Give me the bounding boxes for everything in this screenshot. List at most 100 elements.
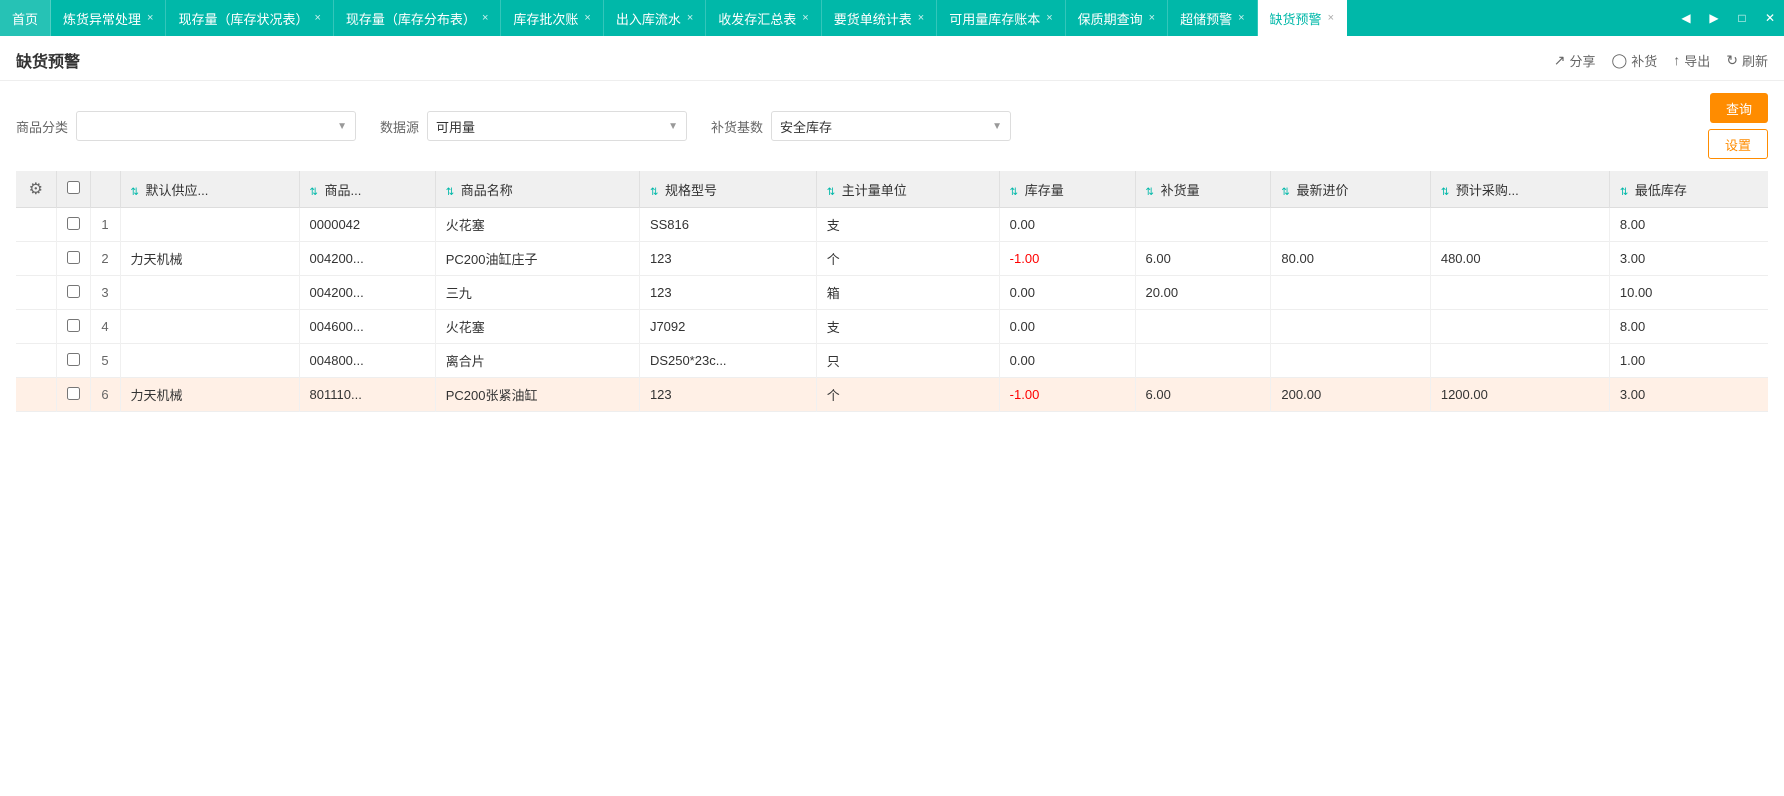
- cell-product-code: 0000042: [299, 208, 435, 242]
- table-row: 5 004800... 离合片 DS250*23c... 只 0.00 1.00: [16, 344, 1768, 378]
- tab-home[interactable]: 首页: [0, 0, 51, 36]
- tab-close-icon[interactable]: ×: [802, 12, 808, 24]
- export-button[interactable]: ↑ 导出: [1673, 51, 1710, 70]
- tab-label: 保质期查询: [1078, 9, 1143, 28]
- tab-close-icon[interactable]: ×: [1238, 12, 1244, 24]
- replenish-base-select[interactable]: 安全库存 ▼: [771, 111, 1011, 141]
- tab-close-icon[interactable]: ×: [1328, 12, 1334, 24]
- th-row-num: [90, 171, 120, 208]
- tab-shortage-warn[interactable]: 缺货预警 ×: [1258, 0, 1347, 36]
- tab-overstock-warn[interactable]: 超储预警 ×: [1168, 0, 1257, 36]
- row-checkbox[interactable]: [67, 285, 80, 298]
- cell-stock: -1.00: [999, 242, 1135, 276]
- tab-expiry-query[interactable]: 保质期查询 ×: [1066, 0, 1168, 36]
- refresh-label: 刷新: [1742, 51, 1768, 70]
- tab-prev-button[interactable]: ◀: [1672, 11, 1700, 25]
- table-header-row: ⚙ ⇅ 默认供应... ⇅ 商品... ⇅: [16, 171, 1768, 208]
- row-checkbox[interactable]: [67, 319, 80, 332]
- export-label: 导出: [1684, 51, 1710, 70]
- cell-supplier: [120, 276, 299, 310]
- settings-icon[interactable]: ⚙: [29, 181, 43, 198]
- th-label: 补货量: [1161, 183, 1200, 198]
- cell-row-num: 6: [90, 378, 120, 412]
- table-body: 1 0000042 火花塞 SS816 支 0.00 8.00 2 力天机械 0…: [16, 208, 1768, 412]
- table-row: 6 力天机械 801110... PC200张紧油缸 123 个 -1.00 6…: [16, 378, 1768, 412]
- cell-replenish-qty: [1135, 344, 1271, 378]
- select-all-checkbox[interactable]: [67, 181, 80, 194]
- settings-button[interactable]: 设置: [1708, 129, 1768, 159]
- th-product-name[interactable]: ⇅ 商品名称: [435, 171, 639, 208]
- tab-inventory-status[interactable]: 现存量（库存状况表） ×: [166, 0, 333, 36]
- th-latest-price[interactable]: ⇅ 最新进价: [1271, 171, 1430, 208]
- tab-order-stats[interactable]: 要货单统计表 ×: [822, 0, 937, 36]
- th-unit[interactable]: ⇅ 主计量单位: [816, 171, 999, 208]
- cell-replenish-qty: [1135, 310, 1271, 344]
- tab-next-button[interactable]: ▶: [1700, 11, 1728, 25]
- share-label: 分享: [1570, 51, 1596, 70]
- cell-product-code: 004800...: [299, 344, 435, 378]
- tab-nav-controls: ◀ ▶ □ ✕: [1672, 11, 1784, 25]
- th-min-stock[interactable]: ⇅ 最低库存: [1609, 171, 1768, 208]
- row-checkbox[interactable]: [67, 217, 80, 230]
- tab-close-icon[interactable]: ×: [918, 12, 924, 24]
- tab-inout-flow[interactable]: 出入库流水 ×: [604, 0, 706, 36]
- export-icon: ↑: [1673, 52, 1680, 68]
- cell-settings: [16, 378, 56, 412]
- tab-label: 库存批次账: [513, 9, 578, 28]
- tab-bar: 首页 炼货异常处理 × 现存量（库存状况表） × 现存量（库存分布表） × 库存…: [0, 0, 1784, 36]
- cell-latest-price: 80.00: [1271, 242, 1430, 276]
- query-button[interactable]: 查询: [1710, 93, 1768, 123]
- tab-close-icon[interactable]: ×: [482, 12, 488, 24]
- th-label: 商品名称: [461, 183, 513, 198]
- datasource-select[interactable]: 可用量 ▼: [427, 111, 687, 141]
- category-label: 商品分类: [16, 117, 68, 136]
- tab-restore-button[interactable]: □: [1728, 11, 1756, 25]
- th-stock[interactable]: ⇅ 库存量: [999, 171, 1135, 208]
- cell-settings: [16, 208, 56, 242]
- row-checkbox[interactable]: [67, 353, 80, 366]
- cell-spec: J7092: [639, 310, 816, 344]
- th-label: 最低库存: [1635, 183, 1687, 198]
- tab-close-icon[interactable]: ×: [584, 12, 590, 24]
- share-button[interactable]: ↗ 分享: [1554, 51, 1596, 70]
- cell-checkbox: [56, 344, 90, 378]
- replenish-base-chevron-icon: ▼: [992, 121, 1002, 132]
- tab-label: 超储预警: [1180, 9, 1232, 28]
- tab-label: 出入库流水: [616, 9, 681, 28]
- tab-receipt-summary[interactable]: 收发存汇总表 ×: [706, 0, 821, 36]
- sort-icon: ⇅: [1010, 187, 1018, 198]
- refresh-button[interactable]: ↻ 刷新: [1726, 51, 1768, 70]
- row-checkbox[interactable]: [67, 387, 80, 400]
- tab-close-icon[interactable]: ×: [1046, 12, 1052, 24]
- cell-replenish-qty: 6.00: [1135, 378, 1271, 412]
- th-product-code[interactable]: ⇅ 商品...: [299, 171, 435, 208]
- tab-close-all-button[interactable]: ✕: [1756, 11, 1784, 25]
- th-spec[interactable]: ⇅ 规格型号: [639, 171, 816, 208]
- replenish-button[interactable]: ◯ 补货: [1612, 51, 1658, 70]
- tab-batch-account[interactable]: 库存批次账 ×: [501, 0, 603, 36]
- th-estimated-purchase[interactable]: ⇅ 预计采购...: [1430, 171, 1609, 208]
- cell-spec: 123: [639, 276, 816, 310]
- th-checkbox: [56, 171, 90, 208]
- cell-product-name: 火花塞: [435, 310, 639, 344]
- row-checkbox[interactable]: [67, 251, 80, 264]
- sort-icon: ⇅: [1281, 187, 1289, 198]
- filter-actions: 查询 设置: [1708, 93, 1768, 159]
- replenish-base-label: 补货基数: [711, 117, 763, 136]
- tab-close-icon[interactable]: ×: [687, 12, 693, 24]
- cell-product-name: 火花塞: [435, 208, 639, 242]
- cell-estimated-purchase: [1430, 310, 1609, 344]
- category-select[interactable]: ▼: [76, 111, 356, 141]
- th-replenish-qty[interactable]: ⇅ 补货量: [1135, 171, 1271, 208]
- tab-inventory-dist[interactable]: 现存量（库存分布表） ×: [334, 0, 501, 36]
- tab-close-icon[interactable]: ×: [1149, 12, 1155, 24]
- tab-close-icon[interactable]: ×: [147, 12, 153, 24]
- cell-spec: 123: [639, 242, 816, 276]
- cell-product-code: 004200...: [299, 276, 435, 310]
- tab-close-icon[interactable]: ×: [314, 12, 320, 24]
- sort-icon: ⇅: [827, 187, 835, 198]
- th-settings[interactable]: ⚙: [16, 171, 56, 208]
- tab-abnormal[interactable]: 炼货异常处理 ×: [51, 0, 166, 36]
- tab-available-ledger[interactable]: 可用量库存账本 ×: [937, 0, 1065, 36]
- th-default-supplier[interactable]: ⇅ 默认供应...: [120, 171, 299, 208]
